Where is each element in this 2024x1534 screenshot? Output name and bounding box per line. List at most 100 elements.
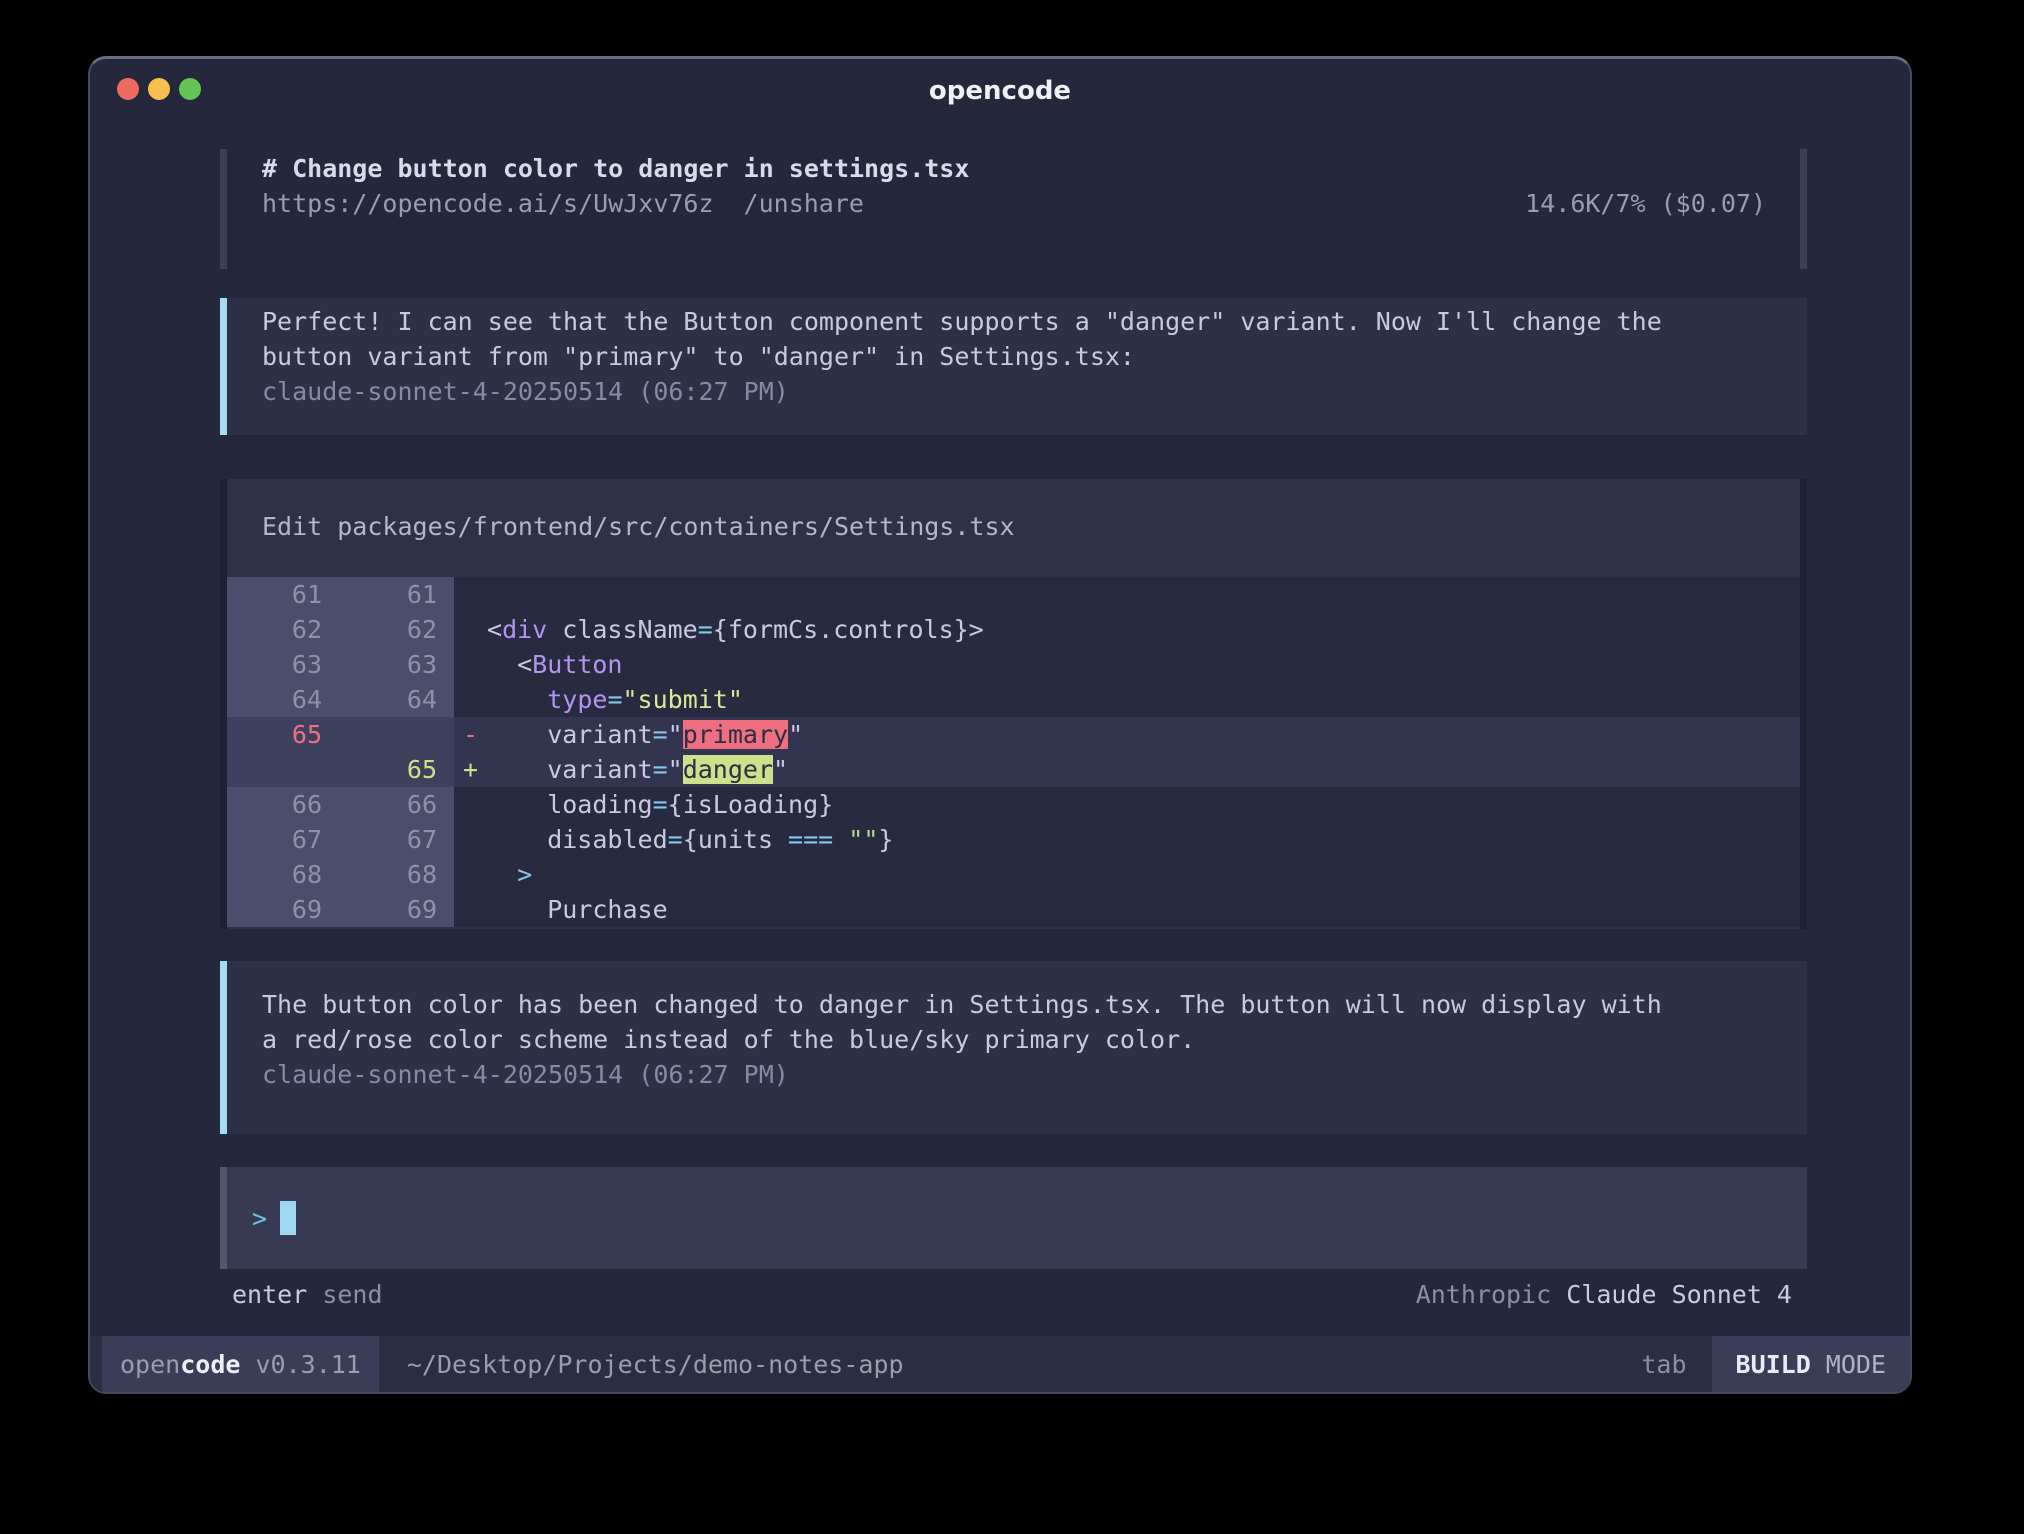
- code-token: danger: [683, 755, 773, 784]
- diff-row: 6666 loading={isLoading}: [227, 787, 1800, 822]
- text-cursor: [280, 1201, 296, 1235]
- code-token: disabled: [487, 825, 668, 854]
- mode-label-primary: BUILD: [1736, 1350, 1811, 1379]
- diff-marker: [454, 647, 487, 682]
- code-line: variant="primary": [487, 717, 1800, 752]
- code-token: =: [607, 685, 622, 714]
- diff-row: 6969 Purchase: [227, 892, 1800, 927]
- window-title: opencode: [90, 59, 1910, 119]
- code-token: [487, 860, 517, 889]
- code-line: loading={isLoading}: [487, 787, 1800, 822]
- unshare-command[interactable]: /unshare: [744, 186, 864, 221]
- opencode-window: opencode # Change button color to danger…: [88, 56, 1912, 1394]
- hint-key: enter: [232, 1280, 307, 1309]
- old-line-number: 68: [227, 857, 332, 892]
- code-token: className: [547, 615, 698, 644]
- diff-marker: [454, 577, 487, 612]
- new-line-number: 64: [332, 682, 454, 717]
- old-line-number: 65: [227, 717, 332, 752]
- new-line-number: 68: [332, 857, 454, 892]
- old-line-number: [227, 752, 332, 787]
- new-line-number: 67: [332, 822, 454, 857]
- mode-chip[interactable]: BUILD MODE: [1712, 1336, 1910, 1392]
- code-token: ": [668, 755, 683, 784]
- diff-row: 6868 >: [227, 857, 1800, 892]
- code-token: =: [668, 825, 683, 854]
- assistant-message: The button color has been changed to dan…: [220, 961, 1807, 1134]
- code-token: ===: [788, 825, 833, 854]
- app-name-code: code: [180, 1350, 240, 1379]
- code-token: {units: [683, 825, 788, 854]
- code-token: <: [487, 650, 532, 679]
- old-line-number: 66: [227, 787, 332, 822]
- titlebar: opencode: [90, 59, 1910, 119]
- message-text-line: Perfect! I can see that the Button compo…: [262, 304, 1772, 339]
- diff-marker: +: [454, 752, 487, 787]
- new-line-number: [332, 717, 454, 752]
- diff-row: 6363 <Button: [227, 647, 1800, 682]
- old-line-number: 67: [227, 822, 332, 857]
- code-line: disabled={units === ""}: [487, 822, 1800, 857]
- old-line-number: 69: [227, 892, 332, 927]
- code-token: >: [517, 860, 532, 889]
- diff-row: 6161: [227, 577, 1800, 612]
- new-line-number: 61: [332, 577, 454, 612]
- diff-row: 6262<div className={formCs.controls}>: [227, 612, 1800, 647]
- session-content: # Change button color to danger in setti…: [220, 149, 1807, 1312]
- old-line-number: 62: [227, 612, 332, 647]
- app-version: v0.3.11: [256, 1350, 361, 1379]
- provider-name: Anthropic: [1416, 1280, 1551, 1309]
- diff-marker: [454, 857, 487, 892]
- edit-tool-block: Edit packages/frontend/src/containers/Se…: [220, 479, 1807, 929]
- code-token: div: [502, 615, 547, 644]
- working-directory: ~/Desktop/Projects/demo-notes-app: [407, 1350, 904, 1379]
- code-token: "submit": [623, 685, 743, 714]
- diff-marker: [454, 787, 487, 822]
- code-token: [833, 825, 848, 854]
- code-token: loading: [487, 790, 653, 819]
- code-token: }: [878, 825, 893, 854]
- code-token: =: [653, 790, 668, 819]
- code-line: >: [487, 857, 1800, 892]
- context-usage: 14.6K/7% ($0.07): [1525, 186, 1766, 221]
- code-line: Purchase: [487, 892, 1800, 927]
- old-line-number: 61: [227, 577, 332, 612]
- new-line-number: 66: [332, 787, 454, 822]
- code-line: type="submit": [487, 682, 1800, 717]
- message-text-line: a red/rose color scheme instead of the b…: [262, 1022, 1772, 1057]
- code-token: ": [773, 755, 788, 784]
- code-token: Button: [532, 650, 622, 679]
- assistant-message: Perfect! I can see that the Button compo…: [220, 298, 1807, 435]
- diff-marker: [454, 682, 487, 717]
- diff-row: 65- variant="primary": [227, 717, 1800, 752]
- old-line-number: 64: [227, 682, 332, 717]
- hint-action: send: [322, 1280, 382, 1309]
- mode-label-secondary: MODE: [1826, 1350, 1886, 1379]
- app-version-chip: opencode v0.3.11: [102, 1336, 379, 1392]
- diff-row: 6464 type="submit": [227, 682, 1800, 717]
- send-hint: enter send: [232, 1277, 383, 1312]
- diff-marker: [454, 892, 487, 927]
- code-token: Purchase: [487, 895, 668, 924]
- code-line: <div className={formCs.controls}>: [487, 612, 1800, 647]
- new-line-number: 63: [332, 647, 454, 682]
- code-token: =: [653, 755, 668, 784]
- prompt-symbol: >: [252, 1204, 267, 1233]
- share-url[interactable]: https://opencode.ai/s/UwJxv76z: [262, 186, 714, 221]
- code-token: {isLoading}: [668, 790, 834, 819]
- code-token: ": [668, 720, 683, 749]
- code-token: variant: [487, 755, 653, 784]
- code-token: type: [547, 685, 607, 714]
- prompt-input[interactable]: >: [220, 1167, 1807, 1269]
- diff-row: 6767 disabled={units === ""}: [227, 822, 1800, 857]
- session-title: # Change button color to danger in setti…: [262, 151, 1766, 186]
- diff-row: 65+ variant="danger": [227, 752, 1800, 787]
- code-token: =: [698, 615, 713, 644]
- mode-switch-key-hint: tab: [1641, 1350, 1686, 1379]
- code-line: [487, 577, 1800, 612]
- diff-table: 61616262<div className={formCs.controls}…: [227, 577, 1800, 927]
- app-name-open: open: [120, 1350, 180, 1379]
- code-token: primary: [683, 720, 788, 749]
- diff-marker: [454, 822, 487, 857]
- new-line-number: 65: [332, 752, 454, 787]
